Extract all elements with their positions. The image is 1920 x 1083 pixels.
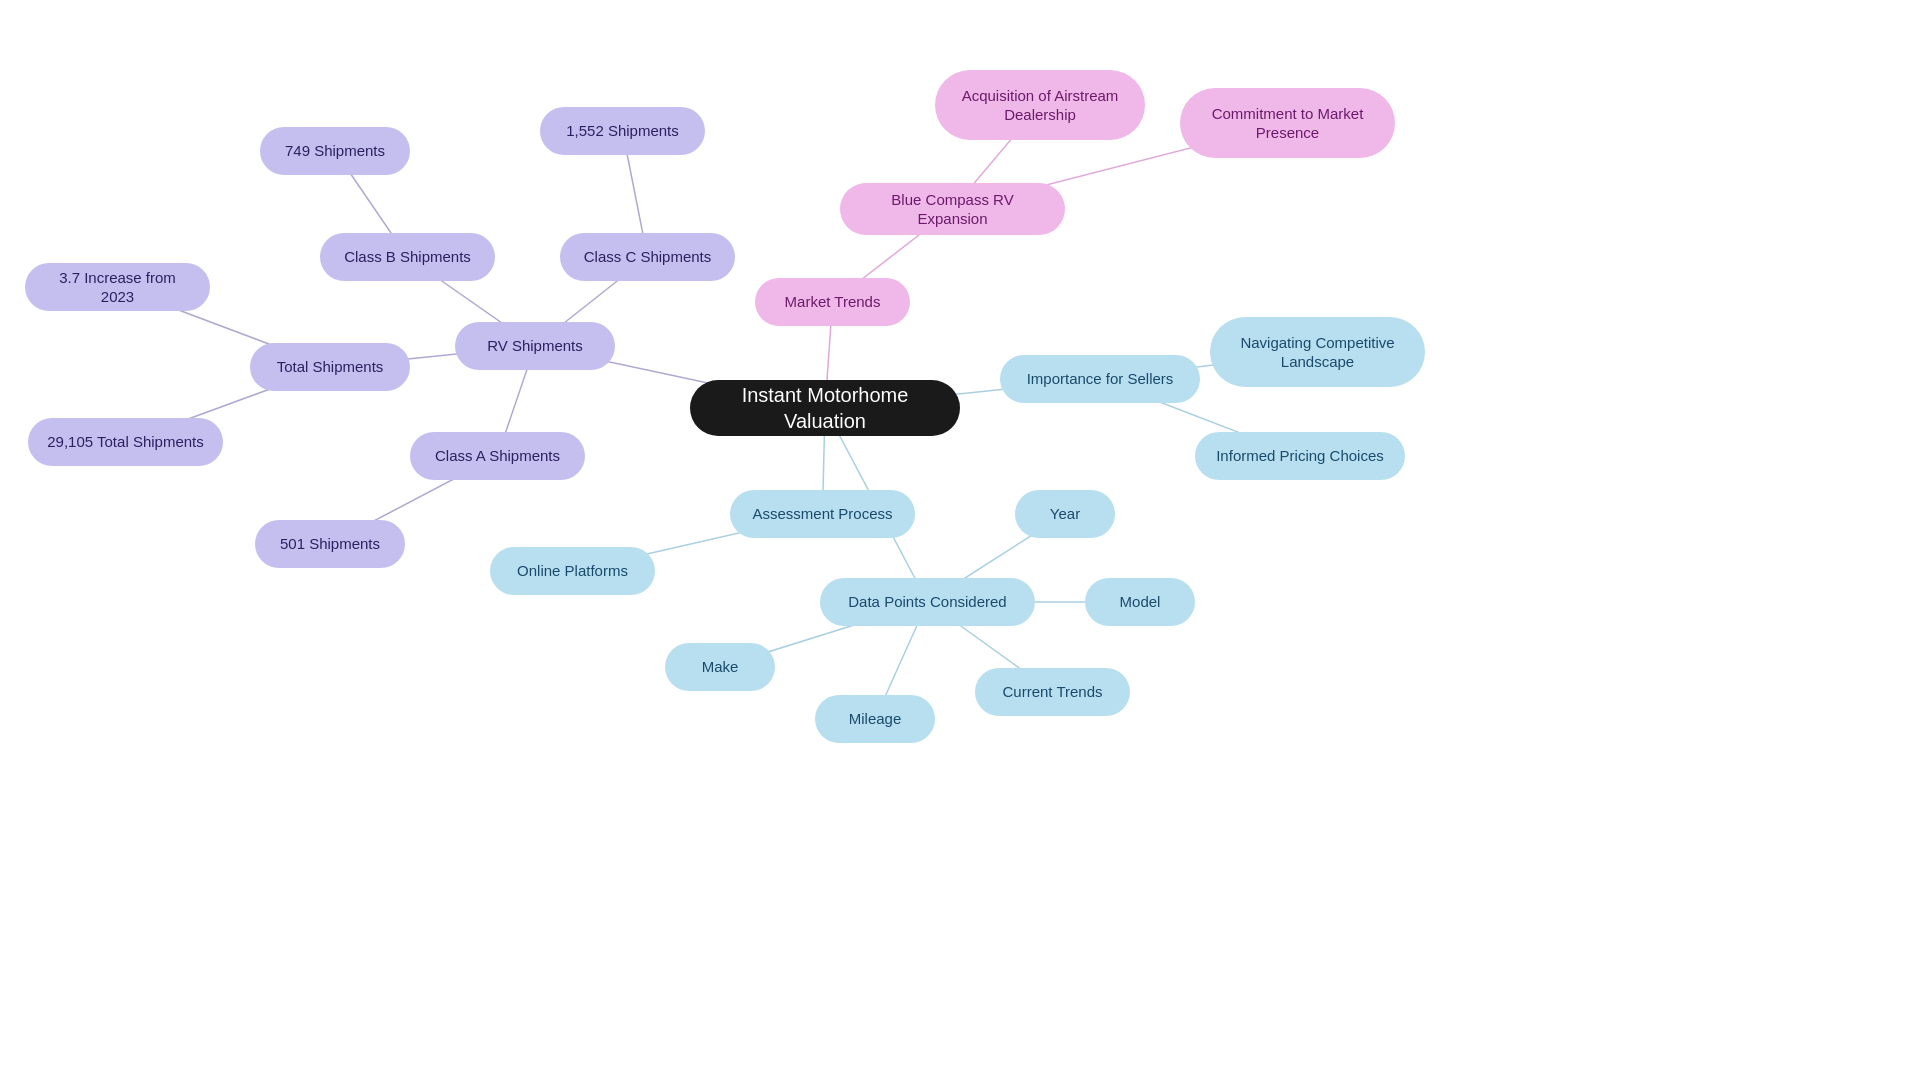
- assessment-process-node: Assessment Process: [730, 490, 915, 538]
- online-platforms-label: Online Platforms: [517, 561, 628, 581]
- airstream-label: Acquisition of Airstream Dealership: [953, 86, 1127, 125]
- shipments-749-label: 749 Shipments: [285, 141, 385, 161]
- mileage-node: Mileage: [815, 695, 935, 743]
- year-label: Year: [1050, 504, 1080, 524]
- class-b-label: Class B Shipments: [344, 247, 471, 267]
- rv-shipments-label: RV Shipments: [487, 336, 583, 356]
- model-node: Model: [1085, 578, 1195, 626]
- data-points-node: Data Points Considered: [820, 578, 1035, 626]
- data-points-label: Data Points Considered: [848, 592, 1006, 612]
- informed-pricing-label: Informed Pricing Choices: [1216, 446, 1384, 466]
- mileage-label: Mileage: [849, 709, 902, 729]
- importance-sellers-node: Importance for Sellers: [1000, 355, 1200, 403]
- assessment-process-label: Assessment Process: [752, 504, 892, 524]
- navigating-node: Navigating Competitive Landscape: [1210, 317, 1425, 387]
- current-trends-node: Current Trends: [975, 668, 1130, 716]
- navigating-label: Navigating Competitive Landscape: [1228, 333, 1407, 372]
- commitment-label: Commitment to Market Presence: [1198, 104, 1377, 143]
- informed-pricing-node: Informed Pricing Choices: [1195, 432, 1405, 480]
- importance-sellers-label: Importance for Sellers: [1027, 369, 1174, 389]
- online-platforms-node: Online Platforms: [490, 547, 655, 595]
- class-b-node: Class B Shipments: [320, 233, 495, 281]
- class-c-label: Class C Shipments: [584, 247, 712, 267]
- market-trends-node: Market Trends: [755, 278, 910, 326]
- total-shipments-label: Total Shipments: [277, 357, 384, 377]
- total-shipments-node: Total Shipments: [250, 343, 410, 391]
- total-29105-node: 29,105 Total Shipments: [28, 418, 223, 466]
- center-node: Instant Motorhome Valuation: [690, 380, 960, 436]
- shipments-1552-label: 1,552 Shipments: [566, 121, 679, 141]
- blue-compass-label: Blue Compass RV Expansion: [858, 190, 1047, 229]
- current-trends-label: Current Trends: [1002, 682, 1102, 702]
- class-c-node: Class C Shipments: [560, 233, 735, 281]
- model-label: Model: [1120, 592, 1161, 612]
- commitment-node: Commitment to Market Presence: [1180, 88, 1395, 158]
- class-a-node: Class A Shipments: [410, 432, 585, 480]
- make-node: Make: [665, 643, 775, 691]
- shipments-501-label: 501 Shipments: [280, 534, 380, 554]
- market-trends-label: Market Trends: [785, 292, 881, 312]
- shipments-749-node: 749 Shipments: [260, 127, 410, 175]
- year-node: Year: [1015, 490, 1115, 538]
- airstream-node: Acquisition of Airstream Dealership: [935, 70, 1145, 140]
- rv-shipments-node: RV Shipments: [455, 322, 615, 370]
- shipments-501-node: 501 Shipments: [255, 520, 405, 568]
- shipments-1552-node: 1,552 Shipments: [540, 107, 705, 155]
- increase-2023-node: 3.7 Increase from 2023: [25, 263, 210, 311]
- center-label: Instant Motorhome Valuation: [722, 382, 928, 434]
- total-29105-label: 29,105 Total Shipments: [47, 432, 204, 452]
- make-label: Make: [702, 657, 739, 677]
- blue-compass-node: Blue Compass RV Expansion: [840, 183, 1065, 235]
- class-a-label: Class A Shipments: [435, 446, 560, 466]
- increase-2023-label: 3.7 Increase from 2023: [43, 268, 192, 307]
